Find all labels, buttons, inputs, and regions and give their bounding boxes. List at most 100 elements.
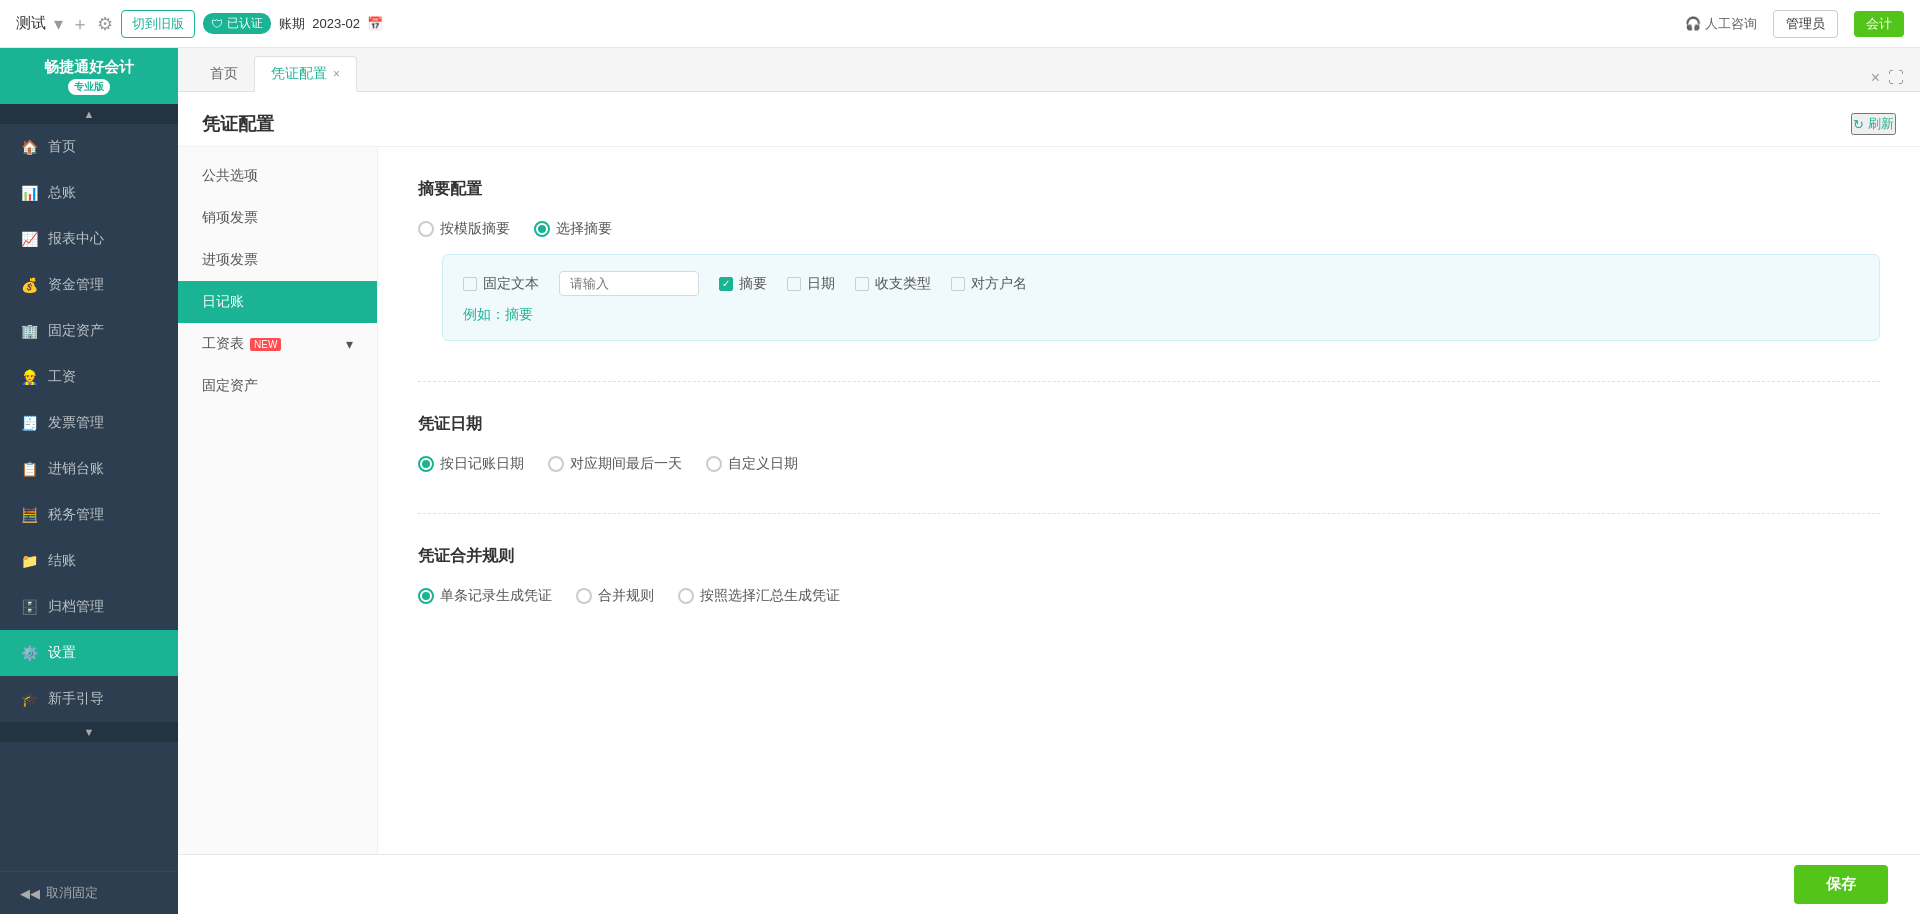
- sidebar-item-guide[interactable]: 🎓 新手引导: [0, 676, 178, 722]
- summary-section: 摘要配置 按模版摘要 选择摘要: [418, 179, 1880, 341]
- sidebar-scroll-down[interactable]: ▼: [0, 722, 178, 742]
- service-button[interactable]: 🎧 人工咨询: [1685, 15, 1757, 33]
- tab-bar-actions: × ⛶: [1871, 69, 1904, 91]
- switch-old-version-button[interactable]: 切到旧版: [121, 10, 195, 38]
- checkbox-income-type[interactable]: 收支类型: [855, 275, 931, 293]
- config-panel: 摘要配置 按模版摘要 选择摘要: [378, 147, 1920, 854]
- invoice-icon: 🧾: [20, 414, 38, 432]
- dropdown-icon[interactable]: ▾: [54, 13, 63, 35]
- add-icon[interactable]: ＋: [71, 12, 89, 36]
- home-icon: 🏠: [20, 138, 38, 156]
- period-label: 账期 2023-02 📅: [279, 15, 383, 33]
- merge-title: 凭证合并规则: [418, 546, 1880, 567]
- sidebar-item-report[interactable]: 📈 报表中心: [0, 216, 178, 262]
- checkbox-fixed-text[interactable]: 固定文本: [463, 275, 539, 293]
- counterparty-checkbox: [951, 277, 965, 291]
- tab-close-icon[interactable]: ×: [1871, 69, 1880, 87]
- fixed-text-input[interactable]: [559, 271, 699, 296]
- left-nav-journal[interactable]: 日记账: [178, 281, 377, 323]
- date-section: 凭证日期 按日记账日期 对应期间最后一天: [418, 414, 1880, 473]
- summary-radio-group: 按模版摘要 选择摘要: [418, 220, 1880, 238]
- sidebar-pin-button[interactable]: ◀◀ 取消固定: [0, 872, 178, 914]
- radio-select-summary[interactable]: 选择摘要: [534, 220, 612, 238]
- sidebar-item-tax[interactable]: 🧮 税务管理: [0, 492, 178, 538]
- sidebar-item-archive[interactable]: 🗄️ 归档管理: [0, 584, 178, 630]
- left-nav-fixed-assets[interactable]: 固定资产: [178, 365, 377, 407]
- radio-merge-circle: [576, 588, 592, 604]
- radio-single-circle: [418, 588, 434, 604]
- tab-close-button[interactable]: ×: [333, 67, 340, 81]
- content-wrapper: 首页 凭证配置 × × ⛶ 凭证配置 ↻ 刷新: [178, 48, 1920, 914]
- user-button[interactable]: 管理员: [1773, 10, 1838, 38]
- tax-icon: 🧮: [20, 506, 38, 524]
- refresh-button[interactable]: ↻ 刷新: [1851, 113, 1896, 135]
- certified-badge: 🛡 已认证: [203, 13, 271, 34]
- sidebar-scroll-up[interactable]: ▲: [0, 104, 178, 124]
- divider-1: [418, 381, 1880, 382]
- tab-home[interactable]: 首页: [194, 57, 254, 91]
- config-body: 公共选项 销项发票 进项发票 日记账 工资表: [178, 147, 1920, 854]
- left-nav-payroll-table[interactable]: 工资表 NEW ▾: [178, 323, 377, 365]
- sidebar-logo: 畅捷通好会计 专业版: [0, 48, 178, 104]
- page-header: 凭证配置 ↻ 刷新: [178, 92, 1920, 147]
- topbar-left: 测试 ▾ ＋ ⚙ 切到旧版 🛡 已认证 账期 2023-02 📅: [16, 10, 383, 38]
- radio-period-last[interactable]: 对应期间最后一天: [548, 455, 682, 473]
- save-button[interactable]: 保存: [1794, 865, 1888, 904]
- tab-expand-icon[interactable]: ⛶: [1888, 69, 1904, 87]
- radio-single[interactable]: 单条记录生成凭证: [418, 587, 552, 605]
- bottom-bar: 保存: [178, 854, 1920, 914]
- sidebar-item-payroll[interactable]: 👷 工资: [0, 354, 178, 400]
- radio-journal-date[interactable]: 按日记账日期: [418, 455, 524, 473]
- sidebar-item-ledger[interactable]: 📊 总账: [0, 170, 178, 216]
- role-button[interactable]: 会计: [1854, 11, 1904, 37]
- merge-radio-group: 单条记录生成凭证 合并规则 按照选择汇总生成凭证: [418, 587, 1880, 605]
- sidebar-item-home[interactable]: 🏠 首页: [0, 124, 178, 170]
- ledger-icon: 📊: [20, 184, 38, 202]
- radio-select-circle: [534, 221, 550, 237]
- summary-checkbox: ✓: [719, 277, 733, 291]
- radio-merge-rule[interactable]: 合并规则: [576, 587, 654, 605]
- fixed-text-checkbox: [463, 277, 477, 291]
- topbar-right: 🎧 人工咨询 管理员 会计: [1685, 10, 1904, 38]
- page-title: 凭证配置: [202, 112, 274, 136]
- radio-template-summary[interactable]: 按模版摘要: [418, 220, 510, 238]
- sidebar-item-settings[interactable]: ⚙️ 设置: [0, 630, 178, 676]
- tab-bar: 首页 凭证配置 × × ⛶: [178, 48, 1920, 92]
- radio-template-circle: [418, 221, 434, 237]
- page-content: 凭证配置 ↻ 刷新 公共选项 销项发票: [178, 92, 1920, 854]
- merge-section: 凭证合并规则 单条记录生成凭证 合并规则: [418, 546, 1880, 605]
- project-name: 测试: [16, 14, 46, 33]
- checkbox-date[interactable]: 日期: [787, 275, 835, 293]
- sidebar-item-invoice[interactable]: 🧾 发票管理: [0, 400, 178, 446]
- app-container: 测试 ▾ ＋ ⚙ 切到旧版 🛡 已认证 账期 2023-02 📅 🎧 人工咨询 …: [0, 0, 1920, 914]
- main-area: 畅捷通好会计 专业版 ▲ 🏠 首页 📊 总账 📈 报表中心 💰 资金管理 🏢: [0, 48, 1920, 914]
- sidebar-bottom: ◀◀ 取消固定: [0, 871, 178, 914]
- left-nav-sales-invoice[interactable]: 销项发票: [178, 197, 377, 239]
- closing-icon: 📁: [20, 552, 38, 570]
- left-nav: 公共选项 销项发票 进项发票 日记账 工资表: [178, 147, 378, 854]
- radio-custom-circle: [706, 456, 722, 472]
- guide-icon: 🎓: [20, 690, 38, 708]
- radio-by-select[interactable]: 按照选择汇总生成凭证: [678, 587, 840, 605]
- date-checkbox: [787, 277, 801, 291]
- settings-icon[interactable]: ⚙: [97, 13, 113, 35]
- radio-by-select-circle: [678, 588, 694, 604]
- refresh-icon: ↻: [1853, 117, 1864, 132]
- checkbox-summary[interactable]: ✓ 摘要: [719, 275, 767, 293]
- date-title: 凭证日期: [418, 414, 1880, 435]
- checkbox-counterparty[interactable]: 对方户名: [951, 275, 1027, 293]
- expand-icon: ▾: [346, 336, 353, 352]
- summary-options-row: 固定文本 ✓ 摘要 日期: [463, 271, 1859, 296]
- sidebar-item-fixed-assets[interactable]: 🏢 固定资产: [0, 308, 178, 354]
- left-nav-public[interactable]: 公共选项: [178, 155, 377, 197]
- sidebar-item-closing[interactable]: 📁 结账: [0, 538, 178, 584]
- tab-voucher-config[interactable]: 凭证配置 ×: [254, 56, 357, 92]
- summary-options-box: 固定文本 ✓ 摘要 日期: [442, 254, 1880, 341]
- sidebar-item-purchase-sales[interactable]: 📋 进销台账: [0, 446, 178, 492]
- sidebar-item-finance[interactable]: 💰 资金管理: [0, 262, 178, 308]
- finance-icon: 💰: [20, 276, 38, 294]
- topbar: 测试 ▾ ＋ ⚙ 切到旧版 🛡 已认证 账期 2023-02 📅 🎧 人工咨询 …: [0, 0, 1920, 48]
- settings-nav-icon: ⚙️: [20, 644, 38, 662]
- radio-custom-date[interactable]: 自定义日期: [706, 455, 798, 473]
- left-nav-purchase-invoice[interactable]: 进项发票: [178, 239, 377, 281]
